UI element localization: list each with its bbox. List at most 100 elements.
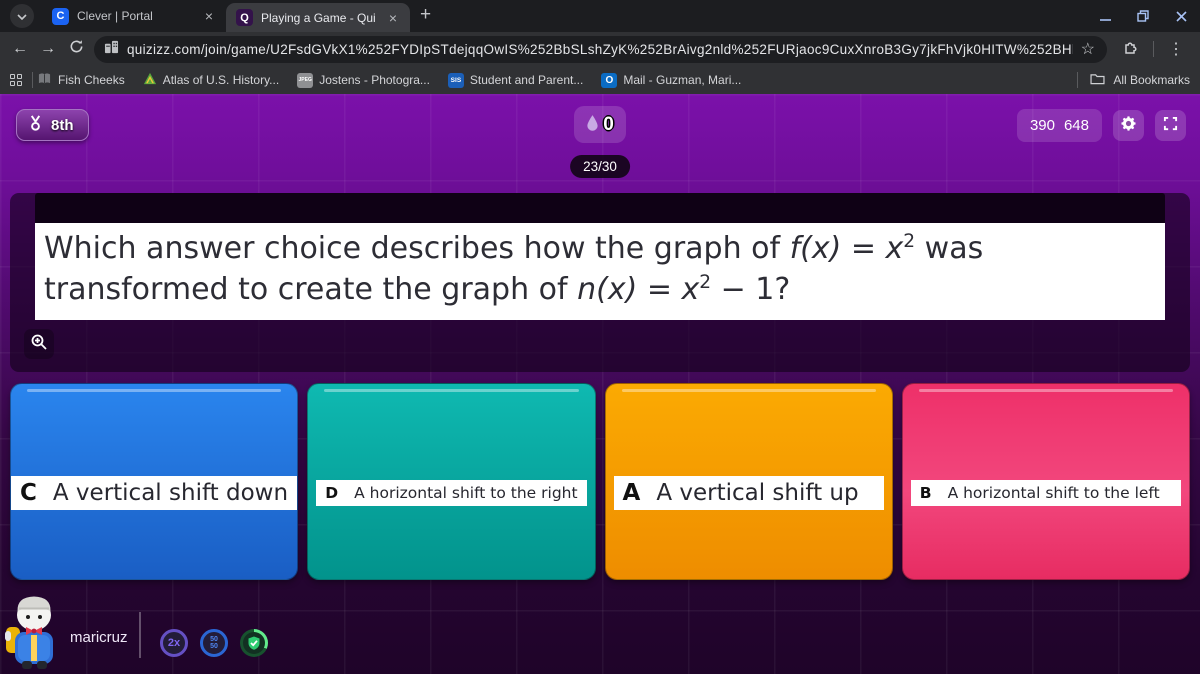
score-secondary: 648 <box>1063 117 1089 134</box>
question-top-strip <box>35 193 1165 223</box>
fifty-top: 50 <box>210 636 218 643</box>
jpeg-file-icon: JPEG <box>297 72 314 88</box>
bookmark-label: Fish Cheeks <box>58 73 125 87</box>
answer-text: A vertical shift up <box>656 479 859 506</box>
question-exponent: 2 <box>903 231 916 252</box>
book-icon <box>37 72 52 88</box>
browser-titlebar: C Clever | Portal × Q Playing a Game - Q… <box>0 0 1200 32</box>
footer-divider <box>139 612 141 658</box>
new-tab-button[interactable]: + <box>410 4 443 32</box>
browser-toolbar: ← → quizizz.com/join/game/U2FsdGVkX1%252… <box>0 32 1200 66</box>
outlook-icon: O <box>601 72 618 88</box>
answer-card-d[interactable]: D A horizontal shift to the right <box>307 383 596 580</box>
forward-button[interactable]: → <box>34 35 62 63</box>
tab-clever-portal[interactable]: C Clever | Portal × <box>42 0 226 32</box>
score-display: 390 648 <box>1016 109 1102 142</box>
powerup-shield[interactable] <box>240 629 268 657</box>
close-window-button[interactable] <box>1162 0 1200 32</box>
all-bookmarks[interactable]: All Bookmarks <box>1073 72 1190 88</box>
quizizz-favicon: Q <box>236 9 253 26</box>
gear-icon <box>1119 114 1138 138</box>
url-text[interactable]: quizizz.com/join/game/U2FsdGVkX1%252FYDI… <box>127 42 1073 57</box>
droplet-icon <box>586 114 599 136</box>
tab-quizizz-game[interactable]: Q Playing a Game - Quizizz × <box>226 3 410 32</box>
bookmark-mail-outlook[interactable]: O Mail - Guzman, Mari... <box>601 72 742 88</box>
streak-counter: 0 <box>574 106 626 143</box>
player-name: maricruz <box>70 629 128 646</box>
settings-button[interactable] <box>1113 110 1144 141</box>
bookmarks-separator <box>32 72 33 88</box>
answer-text: A horizontal shift to the left <box>947 483 1160 502</box>
question-math: n(x) = x <box>577 272 700 308</box>
tab-search-button[interactable] <box>10 4 34 28</box>
rank-label: 8th <box>51 116 74 134</box>
powerup-fifty-fifty[interactable]: 50 50 <box>200 629 228 657</box>
answer-text: A horizontal shift to the right <box>354 483 578 502</box>
question-math: f(x) = x <box>789 231 904 266</box>
question-exponent: 2 <box>699 272 712 294</box>
bookmark-label: Mail - Guzman, Mari... <box>623 73 742 87</box>
tab-label: Clever | Portal <box>77 9 153 23</box>
bookmark-atlas-history[interactable]: Atlas of U.S. History... <box>143 72 279 88</box>
answer-strip: B A horizontal shift to the left <box>910 479 1181 506</box>
folder-icon <box>1090 73 1105 88</box>
fullscreen-button[interactable] <box>1155 110 1186 141</box>
sis-icon: SIS <box>447 72 464 88</box>
apps-grid-icon[interactable] <box>10 74 22 86</box>
answer-key: B <box>919 483 932 502</box>
bookmark-star-icon[interactable]: ☆ <box>1073 39 1103 59</box>
rank-badge: 8th <box>16 109 89 141</box>
site-info-icon[interactable] <box>104 40 119 59</box>
reload-button[interactable] <box>62 35 90 63</box>
question-part: − 1? <box>711 272 791 308</box>
bookmark-fish-cheeks[interactable]: Fish Cheeks <box>37 72 125 88</box>
reload-icon <box>69 39 84 59</box>
window-controls <box>1086 0 1200 32</box>
answer-key: D <box>325 483 339 502</box>
question-part: Which answer choice describes how the gr… <box>44 231 790 266</box>
powerup-double-points[interactable]: 2x <box>160 629 188 657</box>
minimize-button[interactable] <box>1086 0 1124 32</box>
bookmark-label: Student and Parent... <box>469 73 584 87</box>
clever-favicon: C <box>52 7 69 25</box>
player-avatar <box>4 591 64 674</box>
bookmark-label: Jostens - Photogra... <box>319 73 430 87</box>
fifty-bottom: 50 <box>210 643 218 650</box>
extensions-button[interactable] <box>1117 35 1145 63</box>
fullscreen-icon <box>1163 116 1178 136</box>
answer-strip: D A horizontal shift to the right <box>316 479 587 506</box>
close-tab-icon[interactable]: × <box>384 9 402 27</box>
answer-strip: A A vertical shift up <box>613 475 884 510</box>
chevron-down-icon <box>17 7 27 25</box>
browser-menu-button[interactable]: ⋮ <box>1162 35 1190 63</box>
bookmark-student-parent[interactable]: SIS Student and Parent... <box>447 72 584 88</box>
bookmark-label: Atlas of U.S. History... <box>162 73 280 87</box>
answer-text: A vertical shift down <box>52 479 289 506</box>
answer-key: A <box>622 479 641 506</box>
restore-button[interactable] <box>1124 0 1162 32</box>
back-button[interactable]: ← <box>6 35 34 63</box>
answer-card-a[interactable]: A A vertical shift up <box>604 383 893 580</box>
answer-card-b[interactable]: B A horizontal shift to the left <box>901 383 1190 580</box>
close-tab-icon[interactable]: × <box>200 7 218 25</box>
address-bar[interactable]: quizizz.com/join/game/U2FsdGVkX1%252FYDI… <box>94 35 1107 63</box>
answer-card-c[interactable]: C A vertical shift down <box>10 383 299 580</box>
answer-strip: C A vertical shift down <box>11 475 298 510</box>
magnifier-plus-icon <box>30 333 48 356</box>
answer-key: C <box>20 479 37 506</box>
tab-label: Playing a Game - Quizizz <box>261 10 376 25</box>
toolbar-separator <box>1153 41 1154 57</box>
zoom-question-button[interactable] <box>24 329 54 360</box>
shield-check-icon <box>243 632 265 654</box>
all-bookmarks-label: All Bookmarks <box>1113 73 1190 87</box>
powerups-bar: 2x 50 50 <box>160 629 268 657</box>
puzzle-extension-icon <box>1123 39 1139 60</box>
atlas-triangle-icon <box>143 72 157 88</box>
answer-options: C A vertical shift down D A horizontal s… <box>10 383 1190 580</box>
toolbar-right: ⋮ <box>1113 35 1194 63</box>
streak-value: 0 <box>603 113 614 135</box>
question-text: Which answer choice describes how the gr… <box>35 223 1165 321</box>
bookmarks-bar: Fish Cheeks Atlas of U.S. History... JPE… <box>0 66 1200 94</box>
bookmarks-right-separator <box>1077 72 1079 88</box>
bookmark-jostens[interactable]: JPEG Jostens - Photogra... <box>297 72 430 88</box>
